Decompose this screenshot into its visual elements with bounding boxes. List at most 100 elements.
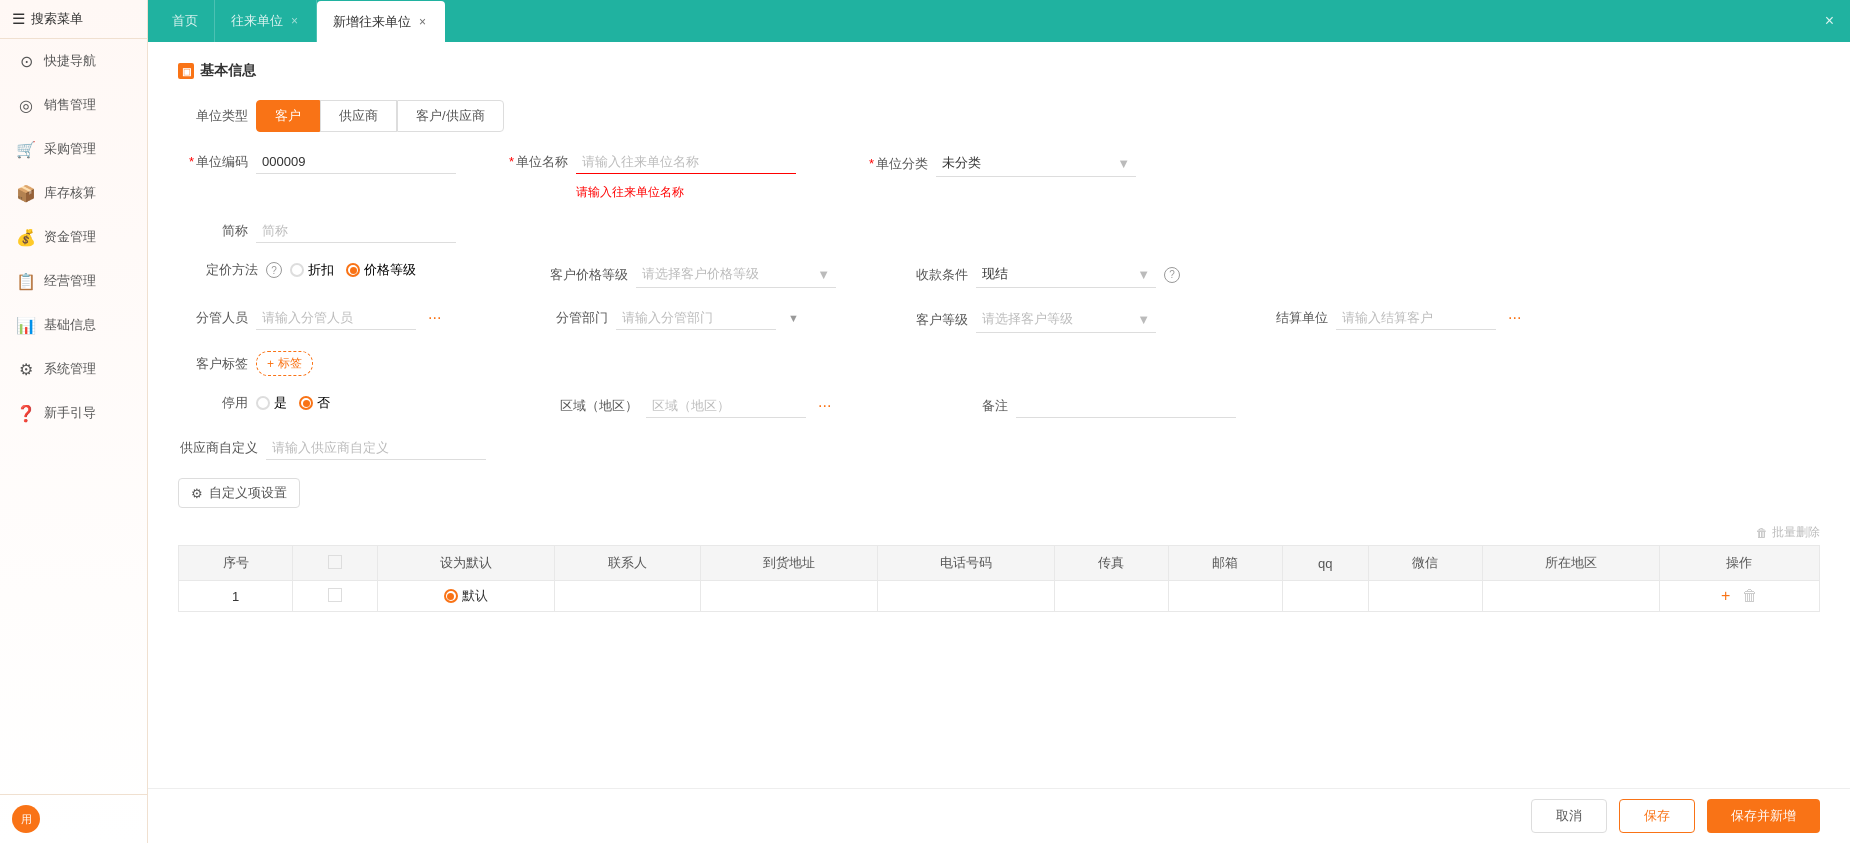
th-qq: qq	[1282, 546, 1368, 581]
tab-partners-label: 往来单位	[231, 12, 283, 30]
sidebar-item-operations[interactable]: 📋 经营管理	[0, 259, 147, 303]
radio-price-level[interactable]: 价格等级	[346, 261, 416, 279]
search-menu[interactable]: ☰ 搜索菜单	[0, 0, 147, 39]
radio-yes[interactable]: 是	[256, 394, 287, 412]
th-seq: 序号	[179, 546, 293, 581]
customer-level-select[interactable]: 请选择客户等级 ▼	[976, 306, 1156, 333]
tab-new-partner[interactable]: 新增往来单位 ×	[317, 1, 445, 43]
settlement-label: 结算单位	[1258, 309, 1328, 327]
default-radio-dot	[447, 593, 454, 600]
disable-label: 停用	[178, 394, 248, 412]
region-label: 区域（地区）	[558, 397, 638, 415]
sidebar-item-quick-nav[interactable]: ⊙ 快捷导航	[0, 39, 147, 83]
unit-name-field	[576, 150, 796, 174]
cell-phone	[877, 581, 1054, 612]
payment-group: 收款条件 现结 ▼ ?	[898, 261, 1258, 288]
table-header-row: 序号 设为默认 联系人 到货地址 电话号码 传真 邮箱 qq 微信 所在地区 操…	[179, 546, 1820, 581]
radio-no-label: 否	[317, 394, 330, 412]
settlement-more-btn[interactable]: ···	[1504, 309, 1525, 327]
dept-input[interactable]	[616, 306, 776, 330]
sidebar-item-purchase[interactable]: 🛒 采购管理	[0, 127, 147, 171]
th-action: 操作	[1659, 546, 1819, 581]
table-body: 1 默认	[179, 581, 1820, 612]
save-new-button[interactable]: 保存并新增	[1707, 799, 1820, 833]
batch-delete-label[interactable]: 批量删除	[1772, 524, 1820, 541]
sidebar-item-guide[interactable]: ❓ 新手引导	[0, 391, 147, 435]
radio-price-level-label: 价格等级	[364, 261, 416, 279]
pricing-help-icon[interactable]: ?	[266, 262, 282, 278]
row-add-btn[interactable]: +	[1717, 587, 1734, 604]
cancel-button[interactable]: 取消	[1531, 799, 1607, 833]
batch-delete-icon: 🗑	[1756, 526, 1768, 540]
row-checkbox[interactable]	[328, 588, 342, 602]
region-more-btn[interactable]: ···	[814, 397, 835, 415]
abbr-input[interactable]	[256, 219, 456, 243]
th-phone: 电话号码	[877, 546, 1054, 581]
save-button[interactable]: 保存	[1619, 799, 1695, 833]
radio-price-level-dot	[350, 267, 357, 274]
disable-group: 停用 是 否	[178, 394, 558, 412]
unit-category-value: 未分类	[942, 154, 981, 172]
unit-category-label: *单位分类	[858, 155, 928, 173]
sidebar-item-system[interactable]: ⚙ 系统管理	[0, 347, 147, 391]
supplier-custom-input[interactable]	[266, 436, 486, 460]
custom-settings-gear-icon: ⚙	[191, 486, 203, 501]
tab-new-partner-close[interactable]: ×	[417, 13, 428, 31]
btn-both[interactable]: 客户/供应商	[397, 100, 504, 132]
dept-group: 分管部门 ▼	[538, 306, 898, 330]
section-header: ▣ 基本信息	[178, 62, 1820, 80]
sidebar-item-inventory[interactable]: 📦 库存核算	[0, 171, 147, 215]
tab-partners-close[interactable]: ×	[289, 12, 300, 30]
btn-customer[interactable]: 客户	[256, 100, 320, 132]
payment-help-icon[interactable]: ?	[1164, 267, 1180, 283]
cell-fax	[1054, 581, 1168, 612]
sidebar-item-finance[interactable]: 💰 资金管理	[0, 215, 147, 259]
row-delete-btn[interactable]: 🗑	[1738, 587, 1762, 604]
unit-category-select[interactable]: 未分类 ▼	[936, 150, 1136, 177]
sales-icon: ◎	[16, 95, 36, 115]
add-tag-button[interactable]: + 标签	[256, 351, 313, 376]
customer-price-placeholder: 请选择客户价格等级	[642, 265, 759, 283]
cell-seq: 1	[179, 581, 293, 612]
unit-name-input[interactable]	[576, 150, 796, 174]
tab-home[interactable]: 首页	[156, 0, 215, 42]
payment-label: 收款条件	[898, 266, 968, 284]
sidebar-item-label: 经营管理	[44, 272, 96, 290]
pricing-radio-group: 折扣 价格等级	[290, 261, 416, 279]
th-checkbox	[293, 546, 378, 581]
custom-settings-button[interactable]: ⚙ 自定义项设置	[178, 478, 300, 508]
sidebar-item-label: 基础信息	[44, 316, 96, 334]
search-icon: ☰	[12, 10, 25, 28]
unit-info-row: *单位编码 *单位名称 请输入往来单位名称	[178, 150, 1820, 201]
abbr-row: 简称	[178, 219, 1820, 243]
btn-supplier[interactable]: 供应商	[320, 100, 397, 132]
form-footer: 取消 保存 保存并新增	[148, 788, 1850, 843]
remark-input[interactable]	[1016, 394, 1236, 418]
customer-price-chevron: ▼	[817, 267, 830, 282]
tab-partners[interactable]: 往来单位 ×	[215, 0, 317, 42]
radio-discount[interactable]: 折扣	[290, 261, 334, 279]
add-tag-icon: +	[267, 357, 274, 371]
supplier-custom-label: 供应商自定义	[178, 439, 258, 457]
sidebar-item-basic[interactable]: 📊 基础信息	[0, 303, 147, 347]
remark-group: 备注	[938, 394, 1318, 418]
radio-no[interactable]: 否	[299, 394, 330, 412]
settlement-input[interactable]	[1336, 306, 1496, 330]
region-input[interactable]	[646, 394, 806, 418]
manager-more-btn[interactable]: ···	[424, 309, 445, 327]
default-radio[interactable]: 默认	[388, 587, 544, 605]
cell-email	[1168, 581, 1282, 612]
disable-radio-group: 是 否	[256, 394, 330, 412]
th-contact: 联系人	[555, 546, 701, 581]
unit-code-input[interactable]	[256, 150, 456, 174]
tab-new-partner-label: 新增往来单位	[333, 13, 411, 31]
close-all-tabs[interactable]: ×	[1817, 12, 1842, 30]
header-checkbox[interactable]	[328, 555, 342, 569]
manager-input[interactable]	[256, 306, 416, 330]
payment-select[interactable]: 现结 ▼	[976, 261, 1156, 288]
th-wechat: 微信	[1368, 546, 1482, 581]
tag-row: 客户标签 + 标签	[178, 351, 1820, 376]
customer-price-label: 客户价格等级	[538, 266, 628, 284]
customer-price-select[interactable]: 请选择客户价格等级 ▼	[636, 261, 836, 288]
sidebar-item-sales[interactable]: ◎ 销售管理	[0, 83, 147, 127]
